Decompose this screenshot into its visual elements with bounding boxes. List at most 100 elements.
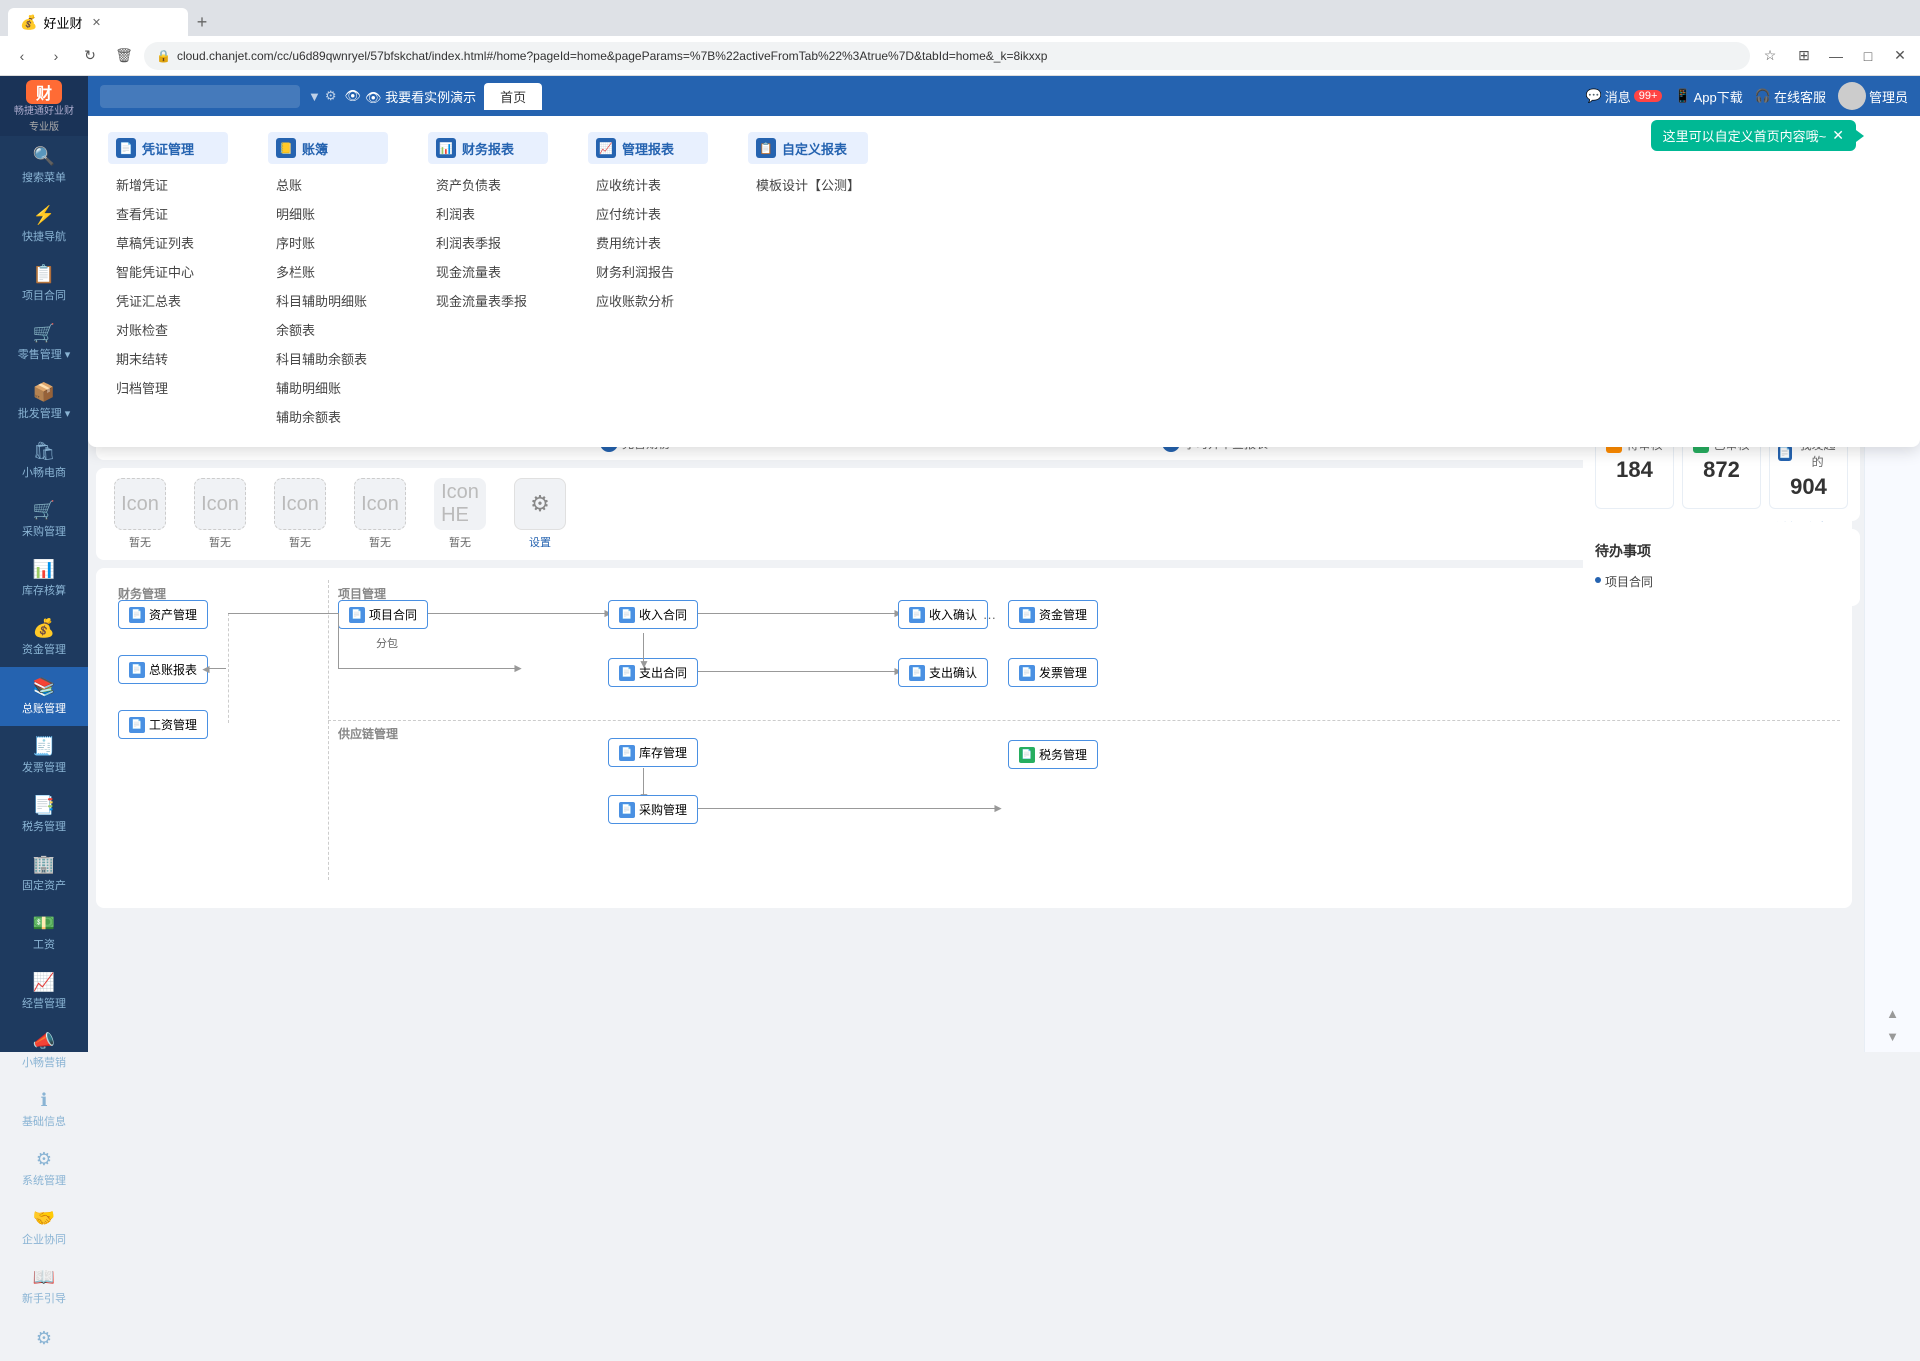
sidebar-item-invoice[interactable]: 🧾 发票管理	[0, 726, 88, 785]
menu-item-aux-detail[interactable]: 辅助明细账	[268, 373, 388, 402]
sidebar-item-wholesale[interactable]: 📦 批发管理 ▾	[0, 372, 88, 431]
menu-item-subject-detail[interactable]: 科目辅助明细账	[268, 286, 388, 315]
menu-item-receivable-analysis[interactable]: 应收账款分析	[588, 286, 708, 315]
flow-box-invoice[interactable]: 📄 发票管理	[1008, 658, 1098, 687]
menu-item-smart-voucher[interactable]: 智能凭证中心	[108, 257, 228, 286]
menu-item-sequential[interactable]: 序时账	[268, 228, 388, 257]
flow-box-expense-confirm[interactable]: 📄 支出确认	[898, 658, 988, 687]
flow-box-purchase[interactable]: 📄 采购管理	[608, 795, 698, 824]
menu-item-expense-stat[interactable]: 费用统计表	[588, 228, 708, 257]
flow-box-capital[interactable]: 📄 资金管理	[1008, 600, 1098, 629]
bookmark-btn[interactable]: ☆	[1756, 42, 1784, 70]
dropdown-arrow[interactable]: ▼	[308, 89, 321, 104]
menu-item-receivable-stat[interactable]: 应收统计表	[588, 170, 708, 199]
sidebar-item-shortcut[interactable]: ⚡ 快捷导航	[0, 195, 88, 254]
sidebar-item-project[interactable]: 📋 项目合同	[0, 254, 88, 313]
menu-section-title-financial[interactable]: 📊 财务报表	[428, 132, 548, 164]
menu-item-payable-stat[interactable]: 应付统计表	[588, 199, 708, 228]
message-btn[interactable]: 💬 消息 99+	[1586, 87, 1663, 106]
menu-section-title-custom[interactable]: 📋 自定义报表	[748, 132, 868, 164]
scroll-down-btn[interactable]: ▼	[1886, 1029, 1899, 1044]
sidebar-item-ecommerce[interactable]: 🛍 小畅电商	[0, 431, 88, 490]
flow-box-asset[interactable]: 📄 资产管理	[118, 600, 208, 629]
settings-gear[interactable]: ⚙	[325, 88, 337, 104]
home-tab[interactable]: 首页	[484, 83, 542, 110]
sidebar-settings-btn[interactable]: ⚙	[0, 1316, 88, 1361]
icon-card-he[interactable]: IconHE 暂无	[428, 478, 492, 550]
sidebar-item-search[interactable]: 🔍 搜索菜单	[0, 136, 88, 195]
close-btn[interactable]: ✕	[1888, 44, 1912, 68]
scroll-up-btn[interactable]: ▲	[1886, 1006, 1899, 1021]
demo-btn[interactable]: 👁 👁 我要看实例演示	[345, 87, 477, 106]
menu-item-view-voucher[interactable]: 查看凭证	[108, 199, 228, 228]
new-tab-btn[interactable]: +	[188, 8, 216, 36]
flow-box-income-contract[interactable]: 📄 收入合同	[608, 600, 698, 629]
sidebar-item-marketing[interactable]: 📣 小畅营销	[0, 1021, 88, 1080]
sidebar-item-basic[interactable]: ℹ 基础信息	[0, 1080, 88, 1139]
menu-item-archive[interactable]: 归档管理	[108, 373, 228, 402]
tab-close-btn[interactable]: ✕	[88, 14, 104, 30]
sidebar-item-tax[interactable]: 📑 税务管理	[0, 785, 88, 844]
sidebar-item-inventory[interactable]: 📊 库存核算	[0, 549, 88, 608]
icon-card-1[interactable]: Icon 暂无	[108, 478, 172, 550]
sidebar-item-finance[interactable]: 💰 资金管理	[0, 608, 88, 667]
menu-item-draft-voucher[interactable]: 草稿凭证列表	[108, 228, 228, 257]
address-bar[interactable]: 🔒 cloud.chanjet.com/cc/u6d89qwnryel/57bf…	[144, 42, 1750, 70]
user-area[interactable]: 管理员	[1838, 82, 1908, 110]
flow-box-salary[interactable]: 📄 工资管理	[118, 710, 208, 739]
todo-item-1[interactable]: 项目合同	[1595, 569, 1848, 594]
menu-section-title-ledger[interactable]: 📒 账簿	[268, 132, 388, 164]
menu-section-title-voucher[interactable]: 📄 凭证管理	[108, 132, 228, 164]
online-service-btn[interactable]: 🎧 在线客服	[1755, 87, 1826, 106]
notify-close-btn[interactable]: ✕	[1832, 127, 1844, 144]
menu-item-aux-balance[interactable]: 辅助余额表	[268, 402, 388, 431]
flow-box-inventory[interactable]: 📄 库存管理	[608, 738, 698, 767]
flow-box-total-report[interactable]: 📄 总账报表	[118, 655, 208, 684]
menu-item-period-end[interactable]: 期末结转	[108, 344, 228, 373]
menu-item-reconcile[interactable]: 对账检查	[108, 315, 228, 344]
menu-item-income-statement[interactable]: 利润表	[428, 199, 548, 228]
flow-box-tax[interactable]: 📄 税务管理	[1008, 740, 1098, 769]
sidebar-item-accounting[interactable]: 📚 总账管理	[0, 667, 88, 726]
minimize-btn[interactable]: —	[1824, 44, 1848, 68]
menu-item-template-design[interactable]: 模板设计【公测】	[748, 170, 868, 199]
flow-box-income-confirm[interactable]: 📄 收入确认	[898, 600, 988, 629]
sidebar-item-purchase[interactable]: 🛒 采购管理	[0, 490, 88, 549]
icon-card-3[interactable]: Icon 暂无	[268, 478, 332, 550]
menu-item-cashflow-quarterly[interactable]: 现金流量表季报	[428, 286, 548, 315]
flow-box-project-contract[interactable]: 📄 项目合同	[338, 600, 428, 629]
stop-btn[interactable]: 🗑	[110, 42, 138, 70]
back-btn[interactable]: ‹	[8, 42, 36, 70]
sidebar-item-newguide[interactable]: 📖 新手引导	[0, 1257, 88, 1316]
menu-item-cashflow[interactable]: 现金流量表	[428, 257, 548, 286]
sidebar-item-salary[interactable]: 💵 工资	[0, 903, 88, 962]
menu-item-profit-report[interactable]: 财务利润报告	[588, 257, 708, 286]
menu-item-subject-balance[interactable]: 科目辅助余额表	[268, 344, 388, 373]
search-input[interactable]	[100, 85, 300, 108]
flow-box-expense-contract[interactable]: 📄 支出合同	[608, 658, 698, 687]
sidebar-item-fixed[interactable]: 🏢 固定资产	[0, 844, 88, 903]
app-download-btn[interactable]: 📱 App下载	[1674, 87, 1742, 106]
icon-card-2[interactable]: Icon 暂无	[188, 478, 252, 550]
sidebar-item-operation[interactable]: 📈 经营管理	[0, 962, 88, 1021]
sidebar-item-retail[interactable]: 🛒 零售管理 ▾	[0, 313, 88, 372]
menu-item-general-ledger[interactable]: 总账	[268, 170, 388, 199]
menu-item-balance[interactable]: 余额表	[268, 315, 388, 344]
menu-item-add-voucher[interactable]: 新增凭证	[108, 170, 228, 199]
icon-card-4[interactable]: Icon 暂无	[348, 478, 412, 550]
active-tab[interactable]: 💰 好业财 ✕	[8, 8, 188, 36]
menu-item-multi-column[interactable]: 多栏账	[268, 257, 388, 286]
menu-item-balance-sheet[interactable]: 资产负债表	[428, 170, 548, 199]
icon-card-settings[interactable]: ⚙ 设置	[508, 478, 572, 550]
reload-btn[interactable]: ↻	[76, 42, 104, 70]
restore-btn[interactable]: □	[1856, 44, 1880, 68]
menu-item-detail-ledger[interactable]: 明细账	[268, 199, 388, 228]
sidebar-item-enterprise[interactable]: 🤝 企业协同	[0, 1198, 88, 1257]
menu-item-income-quarterly[interactable]: 利润表季报	[428, 228, 548, 257]
sidebar-item-system[interactable]: ⚙ 系统管理	[0, 1139, 88, 1198]
extension-btn[interactable]: ⊞	[1790, 42, 1818, 70]
menu-item-voucher-summary[interactable]: 凭证汇总表	[108, 286, 228, 315]
forward-btn[interactable]: ›	[42, 42, 70, 70]
menu-section-management: 📈 管理报表 应收统计表 应付统计表 费用统计表 财务利润报告 应收账款分析	[588, 132, 708, 431]
menu-section-title-management[interactable]: 📈 管理报表	[588, 132, 708, 164]
